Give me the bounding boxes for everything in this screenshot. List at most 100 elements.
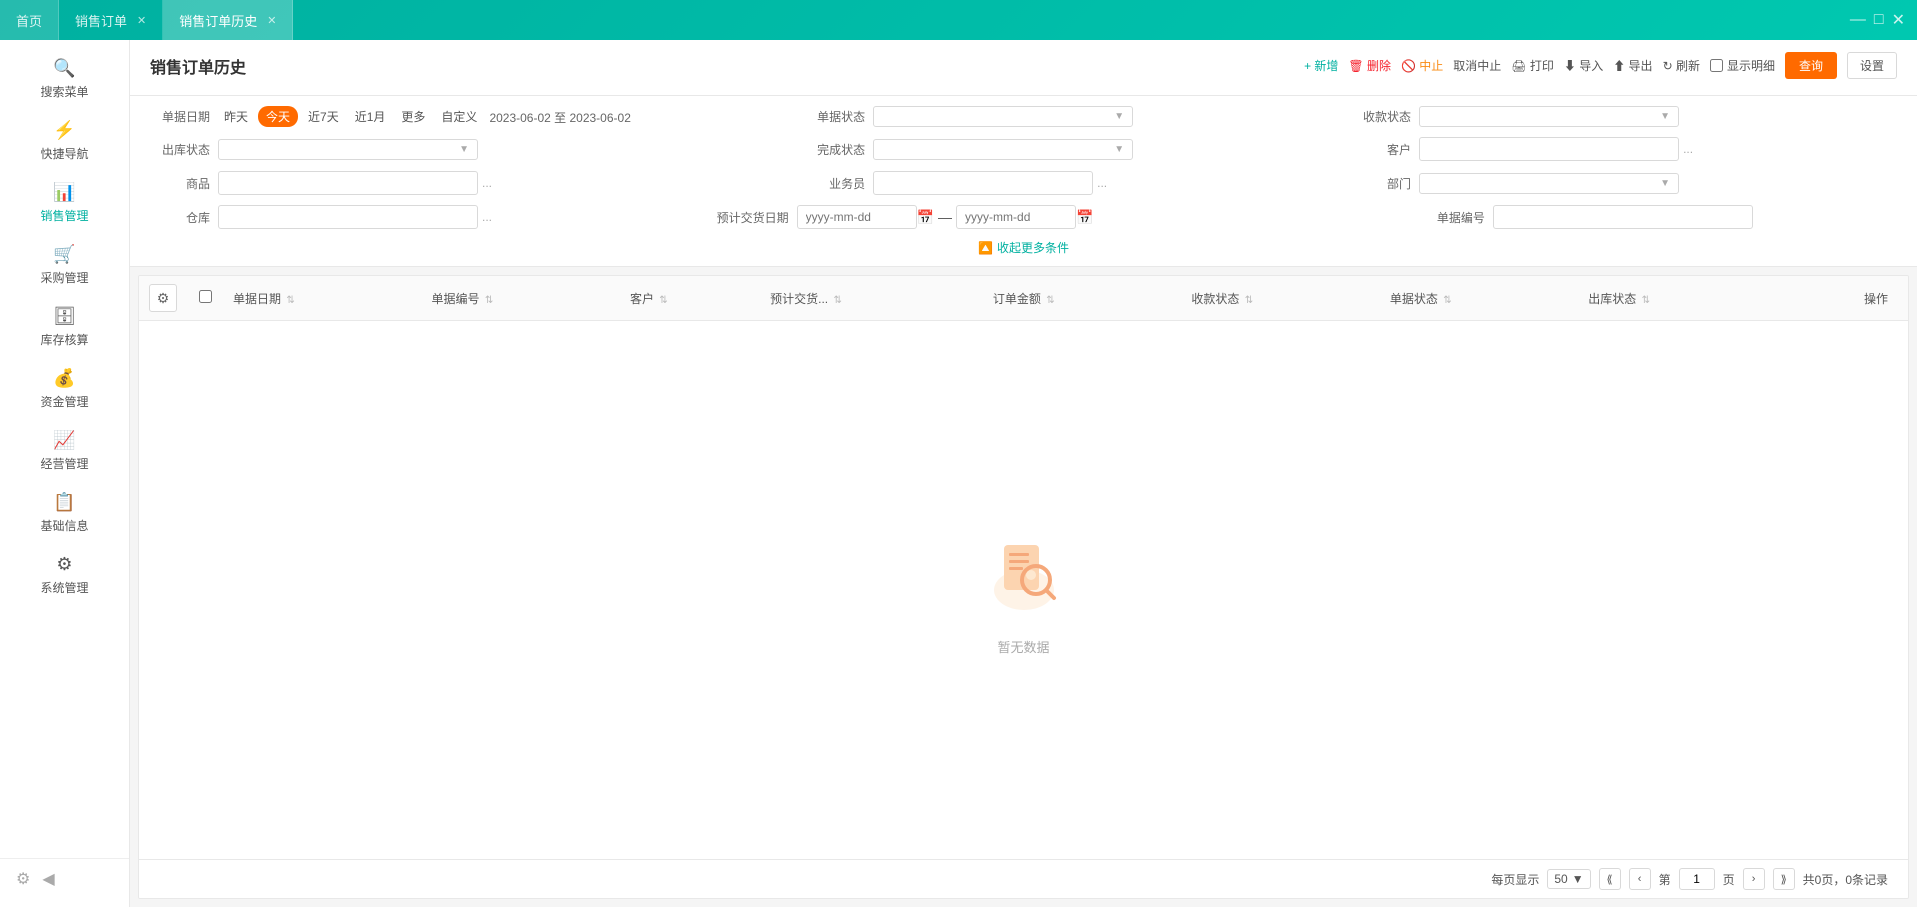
col-doc-status-sort[interactable]: ⇅ [1443,295,1451,306]
col-delivery-sort[interactable]: ⇅ [834,295,842,306]
delivery-date-start[interactable] [797,205,917,229]
per-page-select[interactable]: 50 ▼ [1547,869,1590,889]
tab-sales-order-history-label: 销售订单历史 [179,11,257,30]
doc-number-input[interactable] [1493,205,1753,229]
product-label: 商品 [150,175,218,192]
sidebar-item-sys-label: 系统管理 [40,579,88,596]
dept-select[interactable]: ▼ [1419,173,1679,194]
export-button[interactable]: ⬆ 导出 [1613,57,1652,74]
filter-row-4: 仓库 ... 预计交货日期 📅 — 📅 单据编号 [150,205,1897,229]
date-shortcut-yesterday[interactable]: 昨天 [218,107,254,126]
toolbar: + 新增 🗑 删除 🚫 中止 取消中止 🖨 打印 ⬇ 导入 ⬆ 导出 ↻ 刷新 … [1304,52,1897,79]
tab-home[interactable]: 首页 [0,0,59,40]
select-all-checkbox[interactable] [199,290,212,303]
prev-page-button[interactable]: ‹ [1629,868,1651,890]
delivery-date-end[interactable] [956,205,1076,229]
tab-sales-order[interactable]: 销售订单 ✕ [59,0,163,40]
product-input[interactable] [218,171,478,195]
delivery-date-start-cal[interactable]: 📅 [917,209,934,226]
date-filter-cell: 单据日期 昨天 今天 近7天 近1月 更多 自定义 2023-06-02 至 2… [150,106,805,127]
page-header: 销售订单历史 + 新增 🗑 删除 🚫 中止 取消中止 🖨 打印 ⬇ 导入 ⬆ 导… [130,40,1917,96]
show-detail-input[interactable] [1710,59,1723,72]
print-button[interactable]: 🖨 打印 [1511,57,1554,74]
per-page-arrow: ▼ [1572,872,1584,886]
sidebar-item-operations[interactable]: 📈 经营管理 [0,420,129,482]
sidebar: 🔍 搜索菜单 ⚡ 快捷导航 📊 销售管理 🛒 采购管理 🗄 库存核算 💰 资金管… [0,40,130,907]
col-warehouse-status-sort[interactable]: ⇅ [1642,295,1650,306]
collapse-more[interactable]: 🔼 收起更多条件 [150,239,1897,256]
sys-mgmt-icon: ⚙ [56,554,72,575]
query-button[interactable]: 查询 [1785,52,1837,79]
col-amount-sort[interactable]: ⇅ [1046,295,1054,306]
sidebar-item-search-label: 搜索菜单 [40,83,88,100]
doc-status-filter-cell: 单据状态 ▼ [805,106,1351,127]
tab-sales-order-history[interactable]: 销售订单历史 ✕ [163,0,293,40]
settings-button[interactable]: 设置 [1847,52,1897,79]
warehouse-status-filter-cell: 出库状态 ▼ [150,139,805,160]
col-date-sort[interactable]: ⇅ [286,295,294,306]
product-ellipsis[interactable]: ... [478,176,496,190]
first-page-button[interactable]: ⟪ [1599,868,1621,890]
complete-status-select[interactable]: ▼ [873,139,1133,160]
sidebar-settings-icon[interactable]: ⚙ [16,869,30,889]
col-amount-header: 订单金额 ⇅ [983,276,1181,321]
stop-button[interactable]: 🚫 中止 [1401,57,1443,74]
new-button[interactable]: + 新增 [1304,57,1338,74]
tab-sales-order-close[interactable]: ✕ [137,14,146,27]
import-button[interactable]: ⬇ 导入 [1564,57,1603,74]
col-number-header: 单据编号 ⇅ [421,276,619,321]
show-detail-checkbox[interactable]: 显示明细 [1710,57,1775,74]
warehouse-input[interactable] [218,205,478,229]
warehouse-ellipsis[interactable]: ... [478,210,496,224]
sidebar-item-search-menu[interactable]: 🔍 搜索菜单 [0,48,129,110]
filter-row-3: 商品 ... 业务员 ... 部门 ▼ [150,171,1897,195]
col-number-sort[interactable]: ⇅ [485,295,493,306]
col-warehouse-status-header: 出库状态 ⇅ [1578,276,1776,321]
empty-state: 暂无数据 [139,321,1908,859]
empty-icon [974,525,1074,625]
minimize-icon[interactable]: — [1850,11,1866,29]
sidebar-item-purchase-label: 采购管理 [40,269,88,286]
last-page-button[interactable]: ⟫ [1773,868,1795,890]
close-window-icon[interactable]: ✕ [1892,10,1905,30]
doc-status-select[interactable]: ▼ [873,106,1133,127]
refresh-button[interactable]: ↻ 刷新 [1663,57,1700,74]
payment-status-select[interactable]: ▼ [1419,106,1679,127]
date-shortcut-7days[interactable]: 近7天 [302,107,345,126]
product-filter-cell: 商品 ... [150,171,805,195]
cancel-stop-button[interactable]: 取消中止 [1453,57,1501,74]
header-row: ⚙ 单据日期 ⇅ 单据编号 ⇅ [139,276,1908,321]
sidebar-collapse-icon[interactable]: ◀ [42,869,54,889]
sidebar-item-finance[interactable]: 💰 资金管理 [0,358,129,420]
customer-input[interactable] [1419,137,1679,161]
col-customer-sort[interactable]: ⇅ [659,295,667,306]
sidebar-item-sales-mgmt[interactable]: 📊 销售管理 [0,172,129,234]
delete-button[interactable]: 🗑 删除 [1348,57,1391,74]
date-shortcut-1month[interactable]: 近1月 [349,107,392,126]
table-gear-button[interactable]: ⚙ [149,284,177,312]
doc-number-filter-cell: 单据编号 [1425,205,1897,229]
sidebar-item-purchase-mgmt[interactable]: 🛒 采购管理 [0,234,129,296]
sales-mgmt-icon: 📊 [53,182,75,203]
salesperson-input[interactable] [873,171,1093,195]
next-page-button[interactable]: › [1743,868,1765,890]
sidebar-item-inventory[interactable]: 🗄 库存核算 [0,296,129,358]
col-payment-status-sort[interactable]: ⇅ [1245,295,1253,306]
filter-row-1: 单据日期 昨天 今天 近7天 近1月 更多 自定义 2023-06-02 至 2… [150,106,1897,127]
col-customer-header: 客户 ⇅ [620,276,760,321]
salesperson-ellipsis[interactable]: ... [1093,176,1111,190]
dept-arrow: ▼ [1660,178,1670,189]
customer-ellipsis[interactable]: ... [1679,142,1697,156]
date-shortcut-more[interactable]: 更多 [395,107,431,126]
sidebar-item-sys-mgmt[interactable]: ⚙ 系统管理 [0,544,129,606]
quick-nav-icon: ⚡ [53,120,75,141]
delivery-date-end-cal[interactable]: 📅 [1076,209,1093,226]
tab-sales-order-history-close[interactable]: ✕ [267,14,276,27]
date-shortcut-custom[interactable]: 自定义 [435,107,483,126]
current-page-input[interactable] [1679,868,1715,890]
sidebar-item-base-info[interactable]: 📋 基础信息 [0,482,129,544]
warehouse-status-select[interactable]: ▼ [218,139,478,160]
date-shortcut-today[interactable]: 今天 [258,106,298,127]
maximize-icon[interactable]: □ [1874,11,1884,29]
sidebar-item-quick-nav[interactable]: ⚡ 快捷导航 [0,110,129,172]
